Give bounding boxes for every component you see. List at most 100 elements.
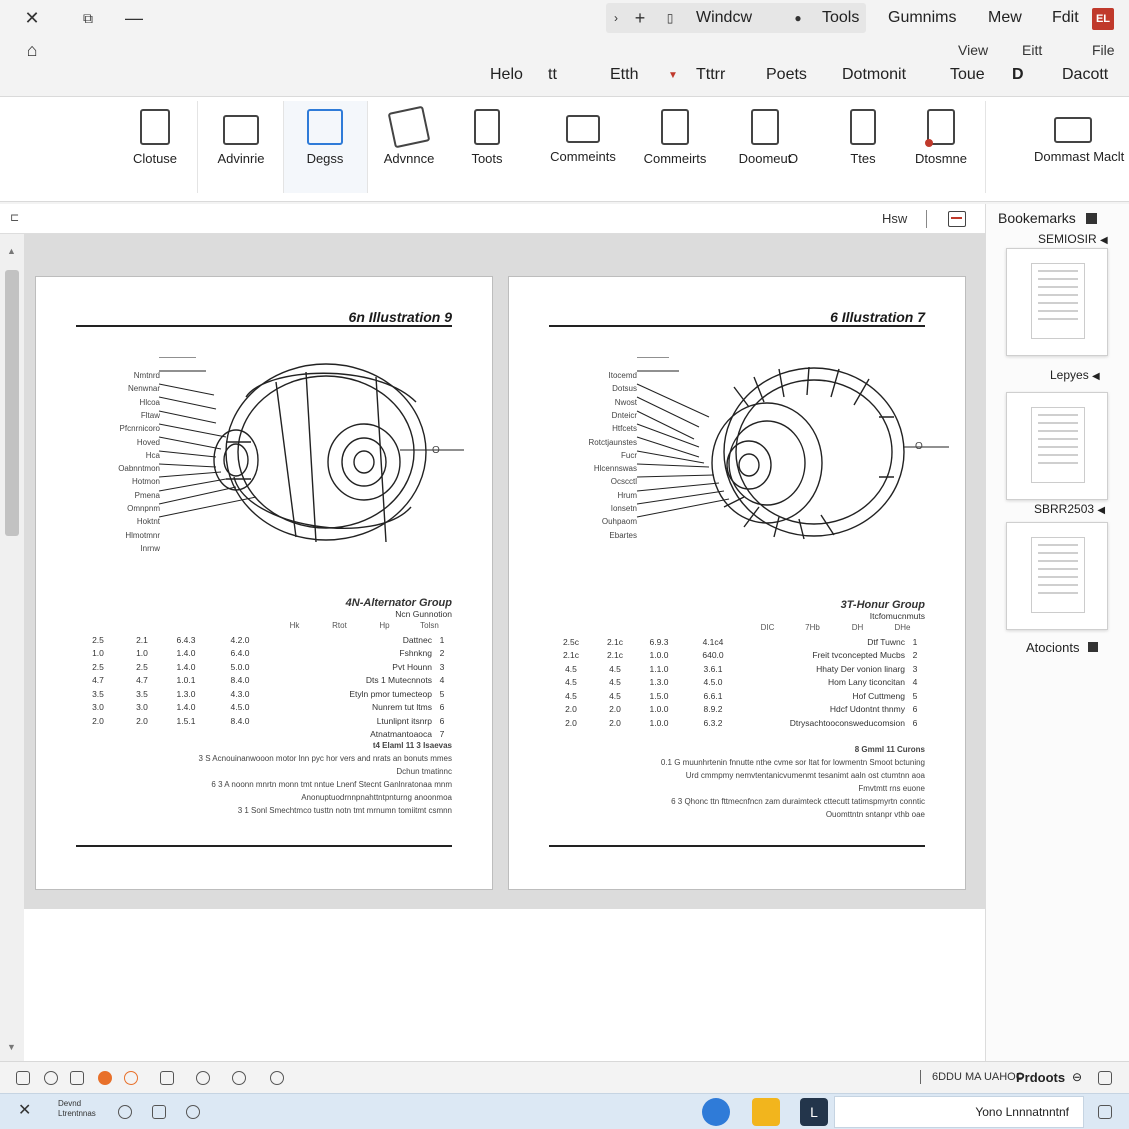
clotuse-button[interactable]: Clotuse <box>116 105 194 185</box>
table-cell: Hdcf Udontnt thnmy <box>829 704 905 714</box>
bookmark-icon <box>1085 213 1097 224</box>
degss-button[interactable]: Degss <box>286 105 364 185</box>
menu-etth[interactable]: Etth <box>610 66 638 84</box>
table-cell: 2.0 <box>92 715 104 726</box>
menu-gumnims[interactable]: Gumnims <box>888 9 956 27</box>
dropdown-icon[interactable]: ▼ <box>668 70 678 81</box>
commeirts-button[interactable]: Commeirts <box>636 105 714 185</box>
page-thumbnail[interactable] <box>1006 392 1108 500</box>
viewer-empty-area[interactable] <box>24 909 985 1061</box>
callout-label: Rotctjaunstes <box>588 437 637 447</box>
menu-windcw[interactable]: Windcw <box>696 9 752 27</box>
back-icon[interactable]: ⌂ <box>20 38 44 62</box>
circle-icon[interactable] <box>196 1071 210 1085</box>
dommast-maclt-button[interactable]: Dommast Maclt <box>1034 105 1124 185</box>
menu-poets[interactable]: Poets <box>766 66 807 84</box>
table-cell: Dts 1 Mutecnnots <box>365 675 432 685</box>
undo-icon[interactable] <box>44 1071 58 1085</box>
doomeut-button[interactable]: Doomeut <box>726 105 804 185</box>
attachments-item[interactable]: Atocionts <box>1026 640 1099 655</box>
ttes-button[interactable]: Ttes <box>824 105 902 185</box>
dtosmne-button[interactable]: Dtosmne <box>902 105 980 185</box>
restore-icon[interactable]: ⧉ <box>76 6 100 30</box>
table-cell: Hom Lany ticoncitan <box>827 677 905 687</box>
close-icon[interactable]: ✕ <box>18 1100 31 1120</box>
table-row: 1.0 1.0 1.4.0 6.4.0 Fshnkng 2 <box>76 648 452 662</box>
table-subtitle: Ncn Gunnotion <box>395 609 452 619</box>
collapse-icon[interactable]: ⊏ <box>10 211 19 224</box>
menu-toue[interactable]: Toue <box>950 66 985 84</box>
sync-icon[interactable] <box>70 1071 84 1085</box>
table-cell: 3.5 <box>92 688 104 699</box>
menu-view[interactable]: View <box>958 42 988 58</box>
tablet-icon[interactable] <box>1098 1105 1112 1119</box>
settings-icon[interactable] <box>1098 1071 1112 1085</box>
divider <box>76 845 452 847</box>
table-header-row: DIC 7Hb DH DHe <box>549 623 925 637</box>
app-l-icon[interactable]: L <box>800 1098 828 1126</box>
copy-icon[interactable] <box>152 1105 166 1119</box>
menu-d[interactable]: D <box>1012 66 1024 84</box>
toots-button[interactable]: Toots <box>448 105 526 185</box>
close-icon[interactable]: ✕ <box>20 6 44 30</box>
bookmark-item[interactable]: SBRR2503 ◀ <box>1034 502 1105 516</box>
table-row: 4.5 4.5 1.3.0 4.5.0 Hom Lany ticoncitan 4 <box>549 677 925 691</box>
table-header-cell: DIC <box>760 623 775 632</box>
page-icon[interactable] <box>16 1071 30 1085</box>
scroll-down-icon[interactable]: ▼ <box>7 1042 16 1052</box>
table-cell: 8.9.2 <box>703 704 723 714</box>
menu-tools[interactable]: Tools <box>822 9 859 27</box>
menu-eitt[interactable]: Eitt <box>1022 42 1042 58</box>
menu-mew[interactable]: Mew <box>988 9 1022 27</box>
caret-icon[interactable]: › <box>604 6 628 30</box>
menu-dotmonit[interactable]: Dotmonit <box>842 66 906 84</box>
cloud-icon[interactable] <box>124 1071 138 1085</box>
advinrie-button[interactable]: Advinrie <box>202 105 280 185</box>
table-cell: 1.0.0 <box>649 717 669 728</box>
clock-icon[interactable] <box>270 1071 284 1085</box>
search-box[interactable]: Yono Lnnnatnntnf <box>834 1096 1084 1128</box>
callout-label: Ouhpaom <box>601 517 637 527</box>
search-icon[interactable]: ⊖ <box>1072 1070 1082 1084</box>
settings-icon[interactable] <box>118 1105 132 1119</box>
panel-toggle-icon[interactable] <box>948 211 966 227</box>
box-icon[interactable] <box>160 1071 174 1085</box>
document-viewer[interactable]: 6n Illustration 9 Nmtnrd Nenwnar Hlcoa F… <box>24 234 985 909</box>
page-thumbnail[interactable] <box>1006 248 1108 356</box>
browser-icon[interactable] <box>702 1098 730 1126</box>
expand-icon[interactable]: ◀ <box>1092 371 1100 382</box>
minimize-icon[interactable]: — <box>122 6 146 30</box>
expand-icon[interactable]: ◀ <box>1097 505 1105 516</box>
plus-icon[interactable]: + <box>628 6 652 30</box>
circle-icon[interactable] <box>186 1105 200 1119</box>
scroll-up-icon[interactable]: ▲ <box>7 246 16 256</box>
record-icon[interactable] <box>98 1071 112 1085</box>
commeints-button[interactable]: Commeints <box>544 105 622 185</box>
advnnce-button[interactable]: Advnnce <box>370 105 448 185</box>
vertical-scrollbar[interactable]: ▲ ▼ <box>0 234 24 1061</box>
callout-label: Itocemd <box>608 371 637 380</box>
table-cell: 1.1.0 <box>649 663 669 674</box>
button-label: Doomeut <box>738 151 792 166</box>
menu-fdit[interactable]: Fdit <box>1052 9 1079 27</box>
callout-label: Hlmotmnr <box>125 530 160 540</box>
page-right: 6 Illustration 7 Itocemd Dotsus Nwost Dn… <box>508 276 966 890</box>
page-thumbnail[interactable] <box>1006 522 1108 630</box>
scrollbar-thumb[interactable] <box>5 270 19 536</box>
bookmark-item[interactable]: Lepyes ◀ <box>1050 368 1100 382</box>
divider <box>549 845 925 847</box>
menu-tt[interactable]: tt <box>548 66 557 84</box>
notes-list: 3 S Acnouinanwooon motor lnn pyc hor ver… <box>76 752 452 817</box>
bookmarks-panel: Bookemarks SEMIOSIR ◀ Lepyes ◀ SBRR2503 … <box>985 204 1129 1061</box>
expand-icon[interactable]: ◀ <box>1100 235 1108 246</box>
folder-icon[interactable] <box>752 1098 780 1126</box>
menu-dacott[interactable]: Dacott <box>1062 66 1108 84</box>
table-cell: 3 <box>912 663 918 674</box>
menu-file[interactable]: File <box>1092 42 1115 58</box>
search-text: Yono Lnnnatnntnf <box>975 1105 1069 1119</box>
menu-helo[interactable]: Helo <box>490 66 523 84</box>
chat-icon[interactable] <box>232 1071 246 1085</box>
menu-tttrr[interactable]: Tttrr <box>696 66 725 84</box>
bookmark-item[interactable]: SEMIOSIR ◀ <box>1038 232 1108 246</box>
table-cell: 8.4.0 <box>230 715 250 726</box>
